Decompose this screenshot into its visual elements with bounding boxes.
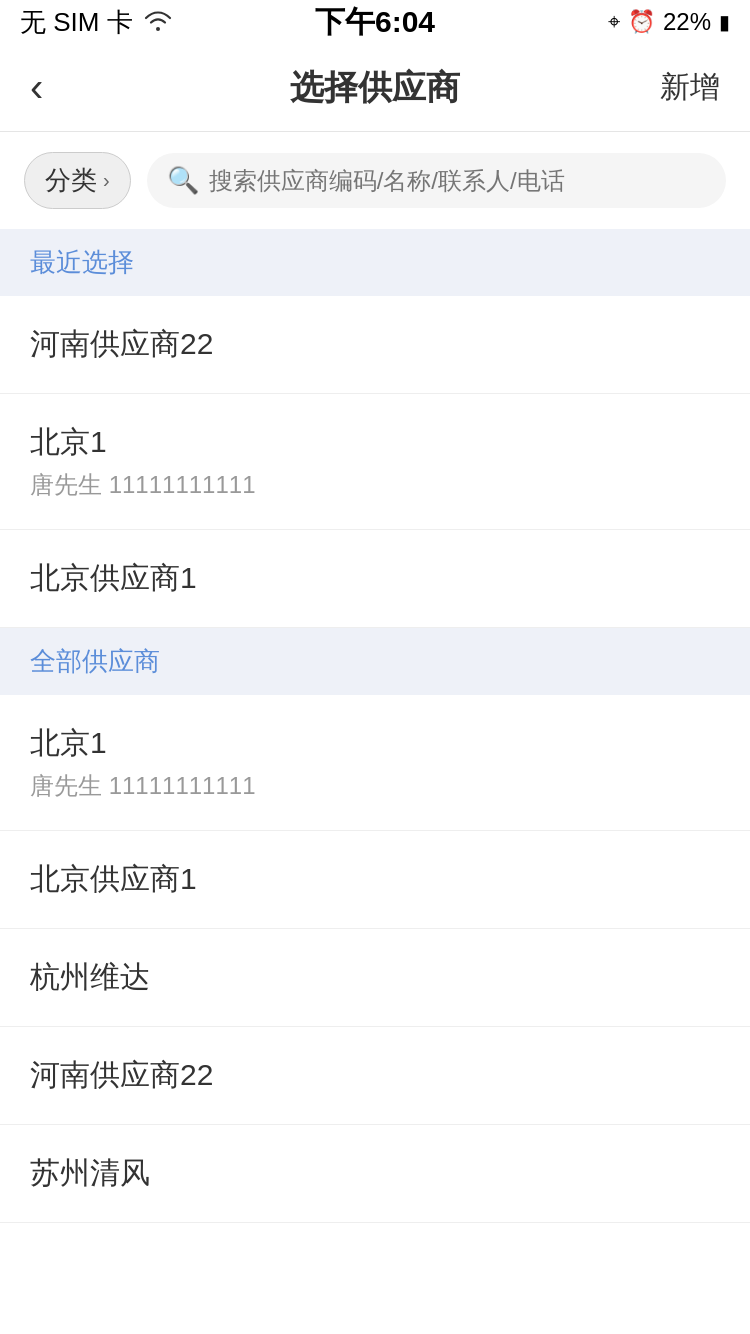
item-name: 河南供应商22 bbox=[30, 324, 720, 365]
alarm-icon: ⏰ bbox=[628, 9, 655, 35]
item-name: 北京1 bbox=[30, 422, 720, 463]
recent-items-list: 河南供应商22 北京1 唐先生 11111111111 北京供应商1 bbox=[0, 296, 750, 628]
list-item[interactable]: 杭州维达 bbox=[0, 929, 750, 1027]
list-item[interactable]: 北京1 唐先生 11111111111 bbox=[0, 394, 750, 530]
list-item[interactable]: 北京供应商1 bbox=[0, 530, 750, 628]
status-right: ⌖ ⏰ 22% ▮ bbox=[608, 8, 730, 36]
battery-label: 22% bbox=[663, 8, 711, 36]
search-input[interactable] bbox=[209, 167, 706, 195]
add-button[interactable]: 新增 bbox=[640, 67, 720, 108]
item-name: 河南供应商22 bbox=[30, 1055, 720, 1096]
category-button[interactable]: 分类 › bbox=[24, 152, 131, 209]
status-time: 下午6:04 bbox=[315, 2, 435, 43]
back-button[interactable]: ‹ bbox=[30, 65, 110, 110]
category-label: 分类 bbox=[45, 163, 97, 198]
page-title: 选择供应商 bbox=[110, 65, 640, 111]
list-item[interactable]: 河南供应商22 bbox=[0, 1027, 750, 1125]
location-icon: ⌖ bbox=[608, 9, 620, 35]
list-item[interactable]: 北京供应商1 bbox=[0, 831, 750, 929]
item-name: 杭州维达 bbox=[30, 957, 720, 998]
wifi-icon bbox=[143, 7, 173, 38]
all-section-label: 全部供应商 bbox=[30, 646, 160, 676]
search-icon: 🔍 bbox=[167, 165, 199, 196]
list-item[interactable]: 苏州清风 bbox=[0, 1125, 750, 1223]
search-input-wrap: 🔍 bbox=[147, 153, 726, 208]
item-sub: 唐先生 11111111111 bbox=[30, 770, 720, 802]
all-section-header: 全部供应商 bbox=[0, 628, 750, 695]
chevron-right-icon: › bbox=[103, 169, 110, 192]
recent-section-label: 最近选择 bbox=[30, 247, 134, 277]
battery-icon: ▮ bbox=[719, 10, 730, 34]
status-left: 无 SIM 卡 bbox=[20, 5, 173, 40]
list-item[interactable]: 河南供应商22 bbox=[0, 296, 750, 394]
recent-section-header: 最近选择 bbox=[0, 229, 750, 296]
status-bar: 无 SIM 卡 下午6:04 ⌖ ⏰ 22% ▮ bbox=[0, 0, 750, 44]
all-items-list: 北京1 唐先生 11111111111 北京供应商1 杭州维达河南供应商22 苏州清风 bbox=[0, 695, 750, 1223]
search-bar: 分类 › 🔍 bbox=[0, 132, 750, 229]
item-name: 北京供应商1 bbox=[30, 558, 720, 599]
item-name: 苏州清风 bbox=[30, 1153, 720, 1194]
list-item[interactable]: 北京1 唐先生 11111111111 bbox=[0, 695, 750, 831]
item-sub: 唐先生 11111111111 bbox=[30, 469, 720, 501]
item-name: 北京1 bbox=[30, 723, 720, 764]
nav-bar: ‹ 选择供应商 新增 bbox=[0, 44, 750, 132]
item-name: 北京供应商1 bbox=[30, 859, 720, 900]
carrier-label: 无 SIM 卡 bbox=[20, 5, 133, 40]
